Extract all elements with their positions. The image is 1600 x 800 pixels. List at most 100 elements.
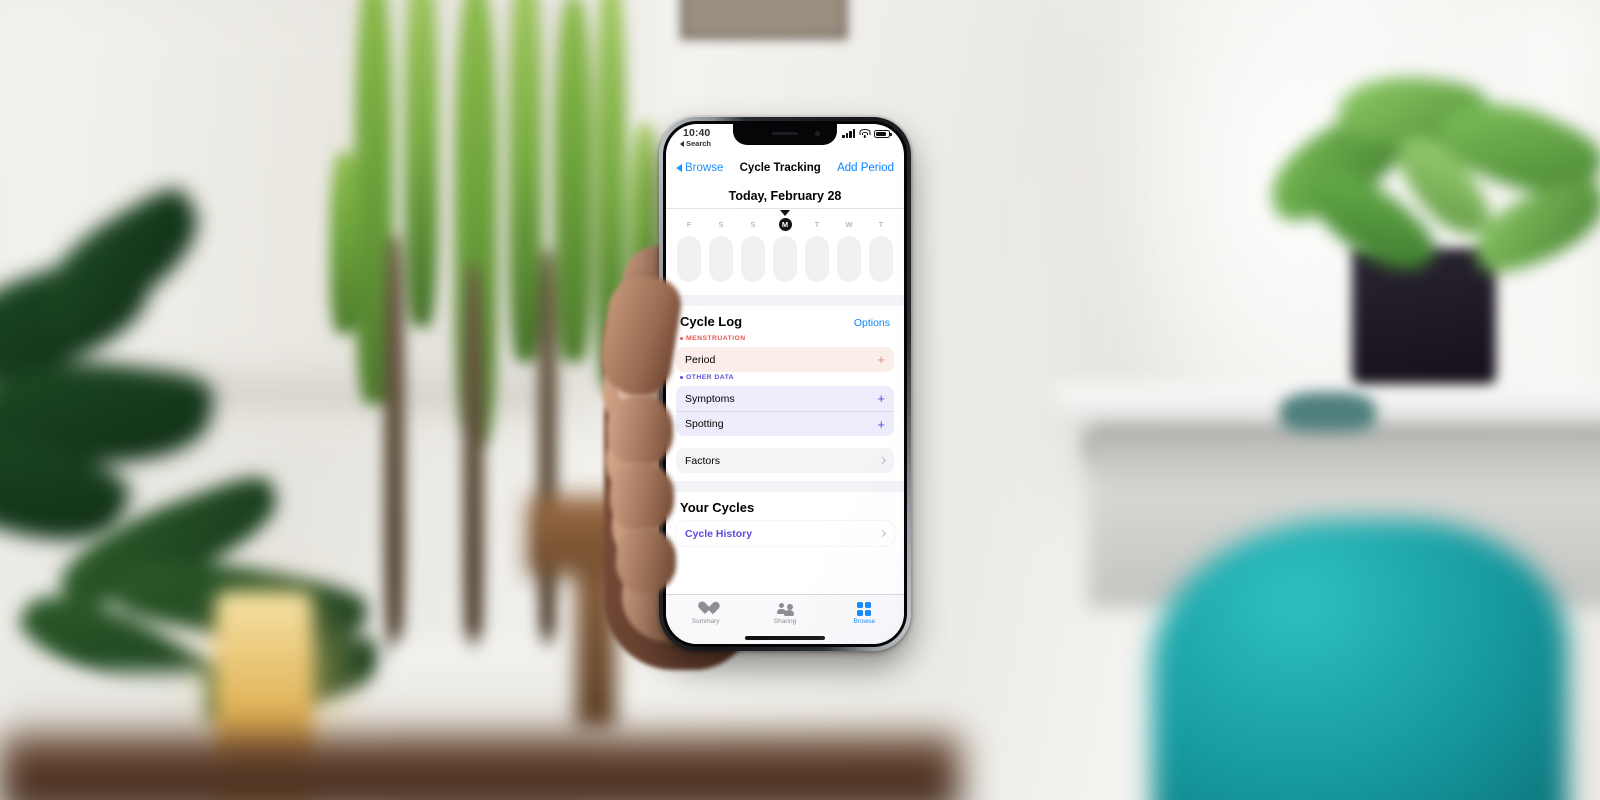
calendar-day-chip[interactable] <box>709 236 733 282</box>
back-to-search-indicator[interactable]: Search <box>680 139 711 148</box>
status-icons <box>842 129 892 138</box>
calendar-day-letter: S <box>750 220 756 229</box>
battery-icon <box>874 129 892 138</box>
date-header: Today, February 28 <box>666 182 904 208</box>
iphone-device: 10:40 Search Browse Cycle Tracking Add P… <box>659 117 911 651</box>
tab-summary-label: Summary <box>691 618 720 625</box>
tab-browse-label: Browse <box>853 618 876 625</box>
calendar-day-5[interactable]: W <box>833 218 865 282</box>
row-cycle-history-label: Cycle History <box>685 527 753 540</box>
calendar-day-0[interactable]: F <box>673 218 705 282</box>
cellular-signal-icon <box>842 129 855 138</box>
calendar-day-letter: T <box>814 220 820 229</box>
row-cycle-history[interactable]: Cycle History <box>676 521 894 546</box>
your-cycles-header: Your Cycles <box>666 492 904 519</box>
tab-browse[interactable]: Browse <box>825 602 904 625</box>
tab-sharing-label: Sharing <box>773 617 797 625</box>
menstruation-card: Period + <box>676 347 894 372</box>
spacer <box>666 473 904 481</box>
other-data-label-text: OTHER DATA <box>686 374 735 381</box>
phone-screen: 10:40 Search Browse Cycle Tracking Add P… <box>666 124 904 644</box>
spacer <box>666 436 904 445</box>
row-spotting[interactable]: Spotting + <box>676 411 894 436</box>
tab-sharing[interactable]: Sharing <box>745 602 824 625</box>
row-period-label: Period <box>685 353 716 366</box>
options-button[interactable]: Options <box>854 317 890 329</box>
cycle-log-title: Cycle Log <box>680 314 743 329</box>
people-icon <box>776 602 794 616</box>
back-button[interactable]: Browse <box>676 162 723 174</box>
cycle-log-header: Cycle Log Options <box>666 306 904 333</box>
wall-picture-frame <box>680 0 848 40</box>
other-data-dot-icon <box>680 376 683 379</box>
fingertip-lower <box>616 528 676 594</box>
row-period[interactable]: Period + <box>676 347 894 372</box>
date-title: Today, February 28 <box>728 189 842 203</box>
menstruation-dot-icon <box>680 337 683 340</box>
calendar-day-chip[interactable] <box>869 236 893 282</box>
add-period-button[interactable]: Add Period <box>837 162 894 174</box>
menstruation-section-label: MENSTRUATION <box>666 333 904 344</box>
grid-icon <box>857 602 872 616</box>
add-period-plus-icon[interactable]: + <box>877 353 885 366</box>
calendar-day-letter: S <box>718 220 724 229</box>
calendar-day-2[interactable]: S <box>737 218 769 282</box>
menstruation-label-text: MENSTRUATION <box>686 335 746 342</box>
tab-summary[interactable]: Summary <box>666 602 745 625</box>
your-cycles-card: Cycle History <box>676 521 894 546</box>
wifi-icon <box>859 129 870 138</box>
tab-bar[interactable]: Summary Sharing Browse <box>666 594 904 632</box>
calendar-day-letter: F <box>686 220 692 229</box>
row-factors[interactable]: Factors <box>676 448 894 473</box>
fingertip-upper <box>607 395 673 467</box>
earpiece-speaker <box>772 132 798 135</box>
calendar-day-chip[interactable] <box>741 236 765 282</box>
navigation-bar: Browse Cycle Tracking Add Period <box>666 154 904 182</box>
front-camera <box>815 131 820 136</box>
section-divider <box>666 295 904 306</box>
chevron-right-icon <box>878 456 887 465</box>
calendar-strip[interactable]: FSSMTWT <box>666 208 904 295</box>
floor <box>0 736 960 800</box>
teal-armchair <box>1152 520 1568 800</box>
calendar-day-letter: W <box>845 220 853 229</box>
row-symptoms-label: Symptoms <box>685 392 735 405</box>
home-indicator[interactable] <box>666 632 904 644</box>
fingertip-middle <box>610 462 674 532</box>
back-triangle-icon <box>680 140 684 147</box>
heart-icon <box>698 602 713 616</box>
calendar-day-4[interactable]: T <box>801 218 833 282</box>
calendar-day-letter: M <box>778 218 792 231</box>
calendar-day-chip[interactable] <box>677 236 701 282</box>
factors-card: Factors <box>676 448 894 473</box>
calendar-day-letter: T <box>878 220 884 229</box>
calendar-day-1[interactable]: S <box>705 218 737 282</box>
calendar-day-3[interactable]: M <box>769 218 801 282</box>
calendar-day-chip[interactable] <box>805 236 829 282</box>
other-data-card: Symptoms + Spotting + <box>676 386 894 436</box>
row-symptoms[interactable]: Symptoms + <box>676 386 894 411</box>
back-button-label: Browse <box>685 162 724 174</box>
section-divider <box>666 481 904 492</box>
chevron-left-icon <box>676 164 682 172</box>
right-plant-foliage <box>1248 64 1600 296</box>
phone-notch <box>733 124 837 145</box>
add-symptoms-plus-icon[interactable]: + <box>877 392 885 405</box>
selected-day-caret-icon <box>780 210 790 216</box>
page-title: Cycle Tracking <box>739 162 821 174</box>
scroll-content[interactable]: Cycle Log Options MENSTRUATION Period + … <box>666 295 904 594</box>
chevron-right-icon <box>878 529 887 538</box>
sill-object <box>1280 392 1376 432</box>
calendar-day-chip[interactable] <box>773 236 797 282</box>
add-spotting-plus-icon[interactable]: + <box>877 418 885 431</box>
calendar-day-row[interactable]: FSSMTWT <box>666 212 904 282</box>
calendar-day-6[interactable]: T <box>865 218 897 282</box>
row-spotting-label: Spotting <box>685 418 724 430</box>
row-factors-label: Factors <box>685 454 721 467</box>
status-time: 10:40 <box>683 127 711 139</box>
your-cycles-title: Your Cycles <box>680 500 755 515</box>
other-data-section-label: OTHER DATA <box>666 372 904 383</box>
phone-bezel: 10:40 Search Browse Cycle Tracking Add P… <box>663 121 907 647</box>
calendar-day-chip[interactable] <box>837 236 861 282</box>
back-app-label: Search <box>686 139 712 148</box>
